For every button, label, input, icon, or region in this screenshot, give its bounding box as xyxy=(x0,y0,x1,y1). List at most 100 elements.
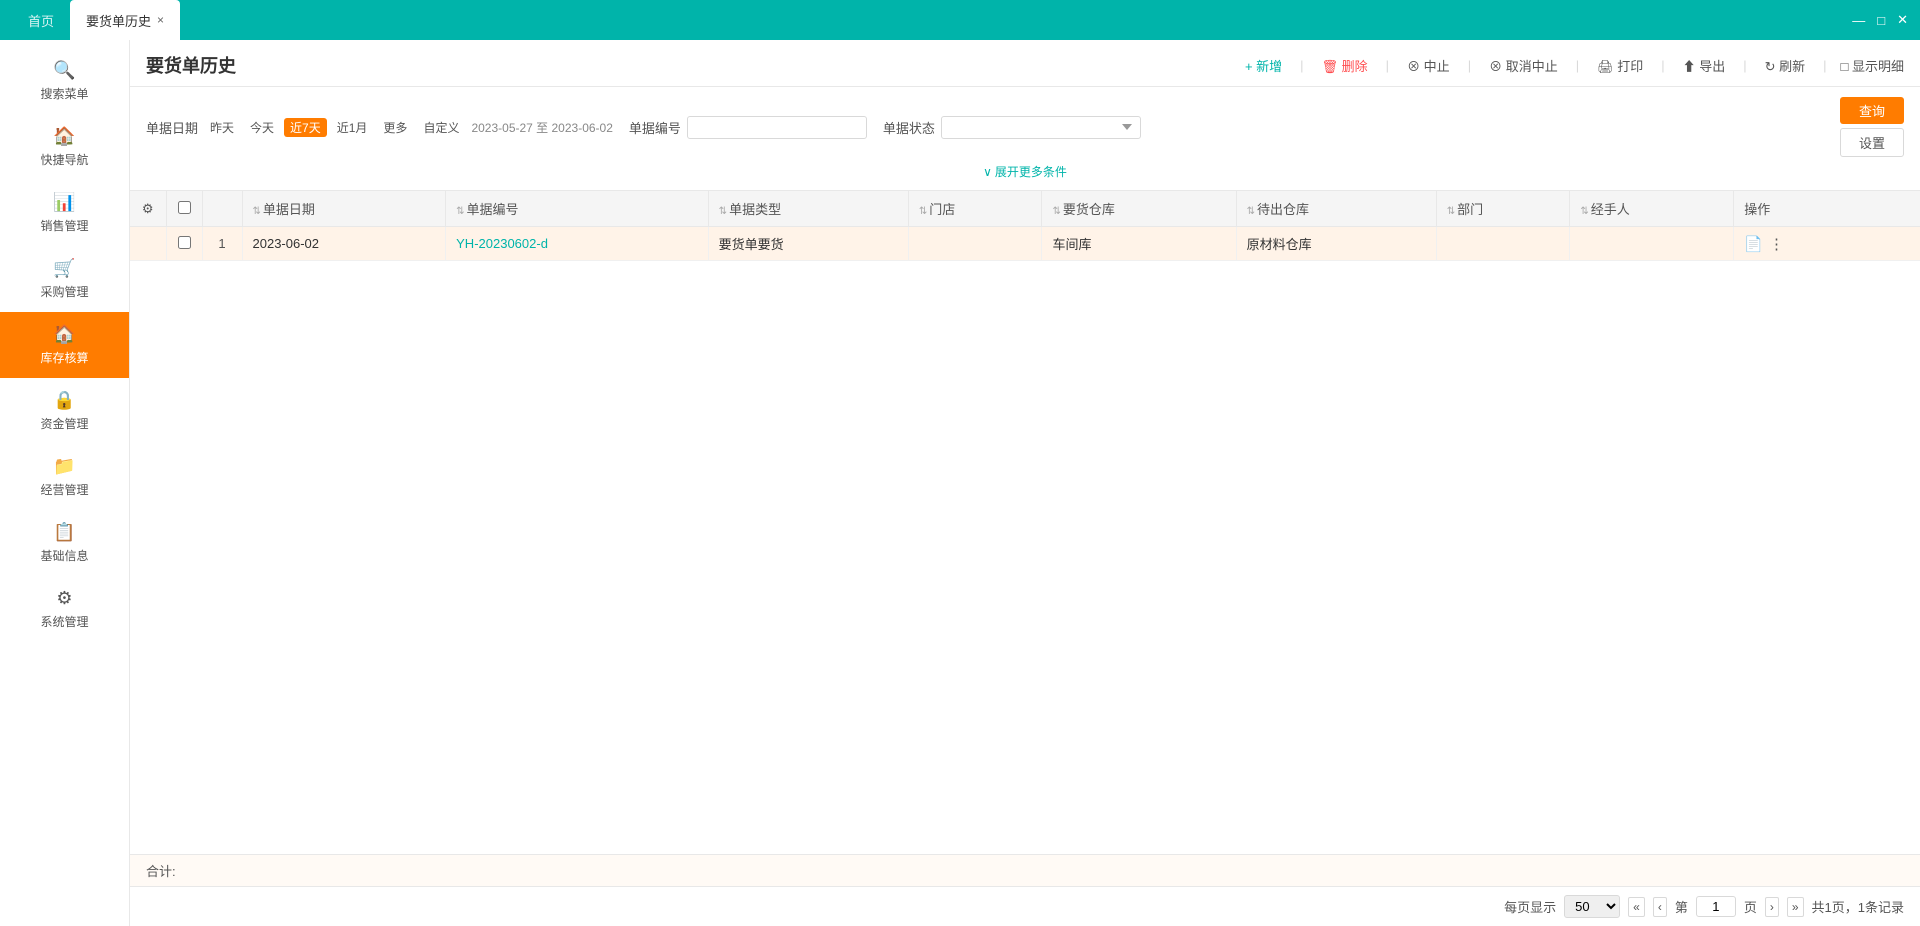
ops-mgmt-icon: 📁 xyxy=(53,456,75,477)
sidebar: 🔍 搜索菜单 🏠 快捷导航 📊 销售管理 🛒 采购管理 🏠 库存核算 🔒 资金管… xyxy=(0,40,130,926)
table-body: 1 2023-06-02 YH-20230602-d 要货单要货 车间库 原材料… xyxy=(130,227,1920,261)
sidebar-item-quick-nav[interactable]: 🏠 快捷导航 xyxy=(0,114,129,180)
date-filter-label: 单据日期 xyxy=(146,118,198,137)
sidebar-item-basic-info[interactable]: 📋 基础信息 xyxy=(0,510,129,576)
th-settings[interactable]: ⚙ xyxy=(130,191,166,227)
new-button[interactable]: + 新增 xyxy=(1241,54,1286,77)
query-buttons: 查询 设置 xyxy=(1840,97,1904,157)
sidebar-item-sales-mgmt[interactable]: 📊 销售管理 xyxy=(0,180,129,246)
row-handler xyxy=(1570,227,1734,261)
search-menu-icon: 🔍 xyxy=(53,60,75,81)
last-page-btn[interactable]: » xyxy=(1787,897,1804,917)
top-bar-right: — □ ✕ xyxy=(1852,12,1908,28)
first-page-btn[interactable]: « xyxy=(1628,897,1645,917)
inventory-icon: 🏠 xyxy=(53,324,75,345)
prev-page-btn[interactable]: ‹ xyxy=(1653,897,1667,917)
quick-nav-icon: 🏠 xyxy=(53,126,75,147)
row-doc-no: YH-20230602-d xyxy=(446,227,709,261)
top-bar: 首页 要货单历史 × — □ ✕ xyxy=(0,0,1920,40)
date-range-display: 2023-05-27 至 2023-06-02 xyxy=(471,119,612,136)
date-shortcut-today[interactable]: 今天 xyxy=(244,118,280,137)
doc-no-link[interactable]: YH-20230602-d xyxy=(456,236,548,251)
delete-button[interactable]: 🗑 删除 xyxy=(1318,54,1372,77)
sidebar-item-sys-mgmt[interactable]: ⚙ 系统管理 xyxy=(0,576,129,642)
doc-number-input[interactable] xyxy=(687,116,867,139)
window-minimize-btn[interactable]: — xyxy=(1852,13,1865,28)
filter-row: 单据日期 昨天 今天 近7天 近1月 更多 自定义 2023-05-27 至 2… xyxy=(146,97,1904,157)
date-shortcut-custom[interactable]: 自定义 xyxy=(417,118,465,137)
select-all-checkbox[interactable] xyxy=(178,201,191,214)
total-info: 共1页，1条记录 xyxy=(1812,897,1904,916)
row-pending-warehouse: 原材料仓库 xyxy=(1236,227,1436,261)
table-header-row: ⚙ 单据日期 单据编号 单据类型 门店 要货仓库 待出仓库 部门 经手人 操 xyxy=(130,191,1920,227)
page-label-after: 页 xyxy=(1744,897,1757,916)
sys-mgmt-icon: ⚙ xyxy=(56,588,72,609)
th-date: 单据日期 xyxy=(242,191,446,227)
th-req-warehouse: 要货仓库 xyxy=(1042,191,1236,227)
page-label-before: 第 xyxy=(1675,897,1688,916)
cancel-suspend-button[interactable]: ⊗ 取消中止 xyxy=(1485,54,1562,77)
window-maximize-btn[interactable]: □ xyxy=(1877,13,1885,28)
th-checkbox xyxy=(166,191,202,227)
th-department: 部门 xyxy=(1436,191,1570,227)
expand-icon: ∨ xyxy=(983,165,992,179)
date-shortcuts: 昨天 今天 近7天 近1月 更多 自定义 xyxy=(204,118,465,137)
th-actions: 操作 xyxy=(1734,191,1920,227)
date-shortcut-7days[interactable]: 近7天 xyxy=(284,118,327,137)
row-edit-btn[interactable]: 📄 xyxy=(1744,235,1763,253)
row-checkbox-cell xyxy=(166,227,202,261)
sidebar-item-ops-mgmt[interactable]: 📁 经营管理 xyxy=(0,444,129,510)
row-req-warehouse: 车间库 xyxy=(1042,227,1236,261)
th-doc-type: 单据类型 xyxy=(708,191,908,227)
filter-bar: 单据日期 昨天 今天 近7天 近1月 更多 自定义 2023-05-27 至 2… xyxy=(130,87,1920,191)
sidebar-item-purchase-mgmt[interactable]: 🛒 采购管理 xyxy=(0,246,129,312)
header-actions: + 新增 | 🗑 删除 | ⊗ 中止 | ⊗ 取消中止 | 🖨 打印 | ⬆ 导… xyxy=(1241,54,1904,77)
th-handler: 经手人 xyxy=(1570,191,1734,227)
print-button[interactable]: 🖨 打印 xyxy=(1593,54,1647,77)
row-store xyxy=(908,227,1042,261)
tab-requisition-history[interactable]: 要货单历史 × xyxy=(70,0,180,40)
refresh-button[interactable]: ↻ 刷新 xyxy=(1761,54,1810,77)
sidebar-item-inventory[interactable]: 🏠 库存核算 xyxy=(0,312,129,378)
date-shortcut-more[interactable]: 更多 xyxy=(377,118,413,137)
purchase-mgmt-icon: 🛒 xyxy=(53,258,75,279)
th-num xyxy=(202,191,242,227)
page-header: 要货单历史 + 新增 | 🗑 删除 | ⊗ 中止 | ⊗ 取消中止 | 🖨 打印… xyxy=(130,40,1920,87)
expand-more-btn[interactable]: ∨ 展开更多条件 xyxy=(146,163,1904,180)
export-button[interactable]: ⬆ 导出 xyxy=(1679,54,1730,77)
tab-close-icon[interactable]: × xyxy=(157,13,164,27)
suspend-button[interactable]: ⊗ 中止 xyxy=(1403,54,1454,77)
summary-label: 合计: xyxy=(146,861,176,880)
date-shortcut-1month[interactable]: 近1月 xyxy=(331,118,374,137)
sidebar-item-search-menu[interactable]: 🔍 搜索菜单 xyxy=(0,48,129,114)
table-container: ⚙ 单据日期 单据编号 单据类型 门店 要货仓库 待出仓库 部门 经手人 操 xyxy=(130,191,1920,854)
row-num: 1 xyxy=(202,227,242,261)
row-more-btn[interactable]: ⋮ xyxy=(1769,235,1784,253)
date-filter-group: 单据日期 昨天 今天 近7天 近1月 更多 自定义 2023-05-27 至 2… xyxy=(146,118,613,137)
row-checkbox[interactable] xyxy=(178,236,191,249)
row-doc-type: 要货单要货 xyxy=(708,227,908,261)
next-page-btn[interactable]: › xyxy=(1765,897,1779,917)
sales-mgmt-icon: 📊 xyxy=(53,192,75,213)
status-select[interactable] xyxy=(941,116,1141,139)
pagination-bar: 每页显示 50 20 100 « ‹ 第 页 › » 共1页，1条记录 xyxy=(130,886,1920,926)
basic-info-icon: 📋 xyxy=(53,522,75,543)
row-date: 2023-06-02 xyxy=(242,227,446,261)
status-label: 单据状态 xyxy=(883,118,935,137)
show-detail-button[interactable]: □ 显示明细 xyxy=(1841,56,1904,75)
status-filter-group: 单据状态 xyxy=(883,116,1141,139)
date-shortcut-yesterday[interactable]: 昨天 xyxy=(204,118,240,137)
row-department xyxy=(1436,227,1570,261)
th-pending-warehouse: 待出仓库 xyxy=(1236,191,1436,227)
query-settings-button[interactable]: 设置 xyxy=(1840,128,1904,157)
doc-number-label: 单据编号 xyxy=(629,118,681,137)
page-size-select[interactable]: 50 20 100 xyxy=(1564,895,1620,918)
table-row: 1 2023-06-02 YH-20230602-d 要货单要货 车间库 原材料… xyxy=(130,227,1920,261)
tab-home[interactable]: 首页 xyxy=(12,0,70,40)
window-close-btn[interactable]: ✕ xyxy=(1897,12,1908,28)
query-search-button[interactable]: 查询 xyxy=(1840,97,1904,124)
sidebar-item-finance-mgmt[interactable]: 🔒 资金管理 xyxy=(0,378,129,444)
current-page-input[interactable] xyxy=(1696,896,1736,917)
data-table: ⚙ 单据日期 单据编号 单据类型 门店 要货仓库 待出仓库 部门 经手人 操 xyxy=(130,191,1920,261)
layout: 🔍 搜索菜单 🏠 快捷导航 📊 销售管理 🛒 采购管理 🏠 库存核算 🔒 资金管… xyxy=(0,40,1920,926)
